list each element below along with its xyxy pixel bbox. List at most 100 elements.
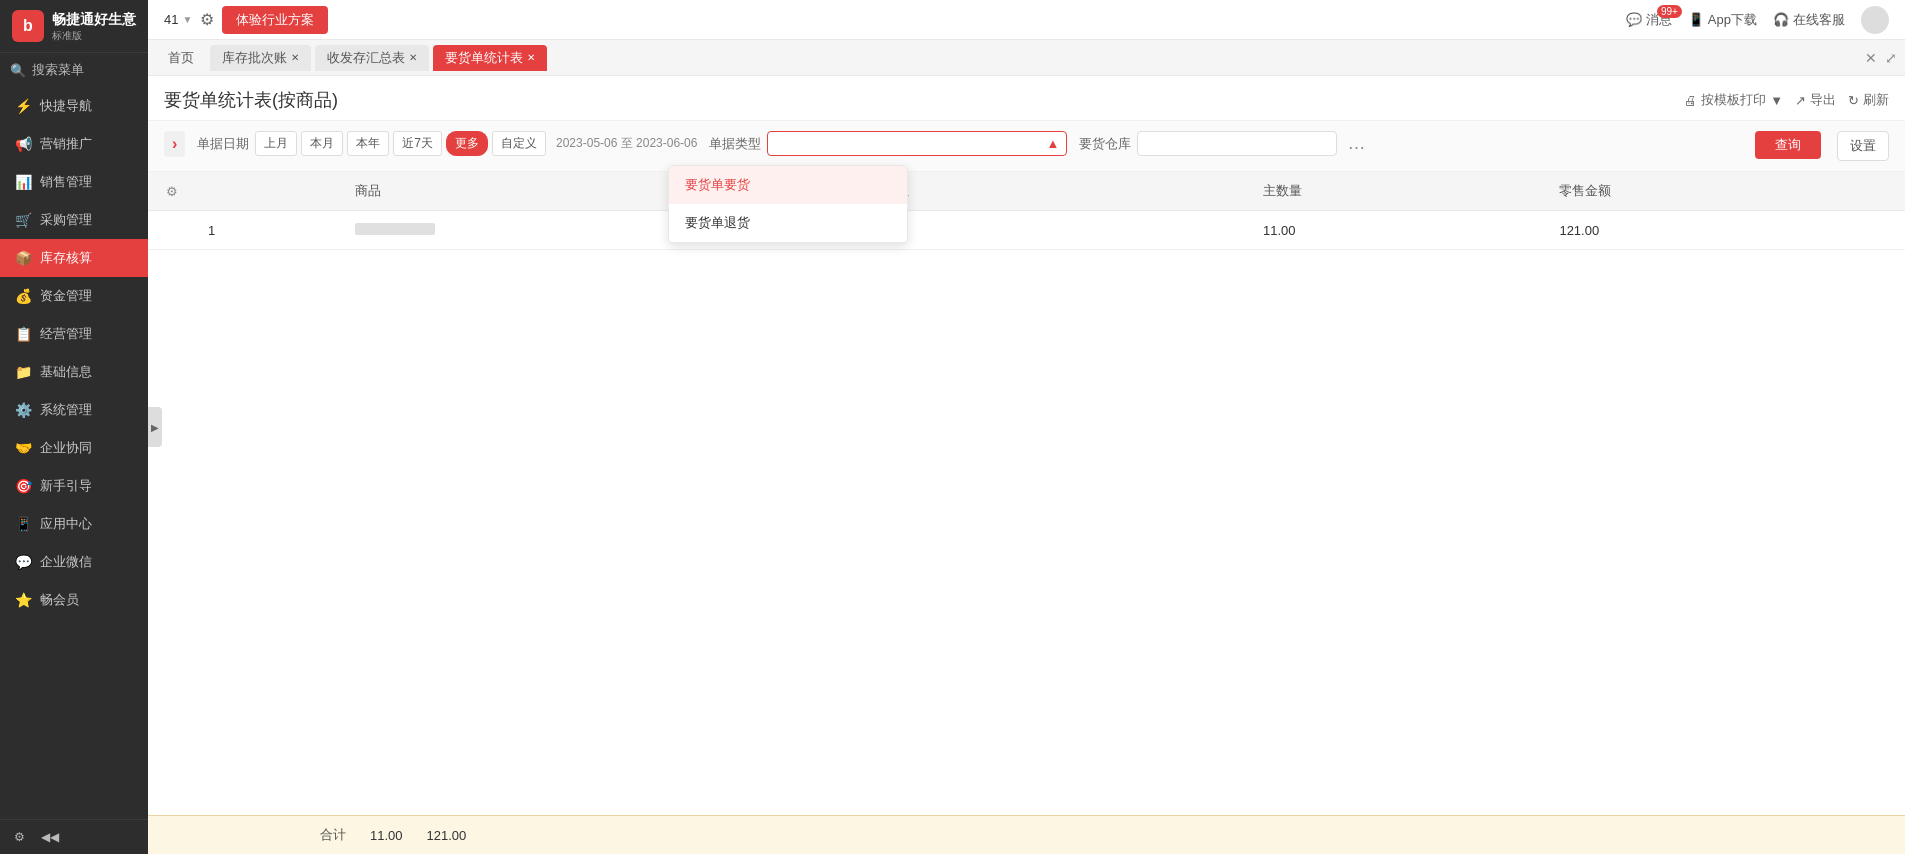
- tab-requisition-summary-close[interactable]: ✕: [527, 52, 535, 63]
- finance-icon: 💰: [14, 288, 32, 304]
- notifications-btn[interactable]: 💬 消息 99+: [1626, 11, 1672, 29]
- topbar-left: 41 ▼ ⚙ 体验行业方案: [164, 6, 1614, 34]
- sidebar: b 畅捷通好生意 标准版 🔍 搜索菜单 ⚡ 快捷导航 📢 营销推广 📊 销售管理…: [0, 0, 148, 854]
- tab-collect-summary-close[interactable]: ✕: [409, 52, 417, 63]
- cell-amount: 121.00: [1547, 211, 1905, 250]
- sidebar-item-quick-nav[interactable]: ⚡ 快捷导航: [0, 87, 148, 125]
- type-dropdown: 要货单要货 要货单退货: [668, 165, 908, 243]
- this-year-btn[interactable]: 本年: [347, 131, 389, 156]
- this-month-btn[interactable]: 本月: [301, 131, 343, 156]
- print-icon: 🖨: [1684, 93, 1697, 108]
- sidebar-label-membership: 畅会员: [40, 591, 79, 609]
- operations-icon: 📋: [14, 326, 32, 342]
- th-index: [196, 172, 343, 211]
- cell-settings: [148, 211, 196, 250]
- topbar-settings-icon[interactable]: ⚙: [200, 10, 214, 29]
- sidebar-item-guide[interactable]: 🎯 新手引导: [0, 467, 148, 505]
- th-quantity: 主数量: [1251, 172, 1547, 211]
- quick-nav-icon: ⚡: [14, 98, 32, 114]
- tab-inventory-batch-close[interactable]: ✕: [291, 52, 299, 63]
- sidebar-footer: ⚙ ◀◀: [0, 819, 148, 854]
- sidebar-item-sales[interactable]: 📊 销售管理: [0, 163, 148, 201]
- page-header: 要货单统计表(按商品) 🖨 按模板打印 ▼ ↗ 导出 ↻ 刷新: [148, 76, 1905, 121]
- tab-home[interactable]: 首页: [156, 45, 206, 71]
- sidebar-label-sales: 销售管理: [40, 173, 92, 191]
- warehouse-input[interactable]: [1137, 131, 1337, 156]
- custom-btn[interactable]: 自定义: [492, 131, 546, 156]
- sidebar-item-system[interactable]: ⚙️ 系统管理: [0, 391, 148, 429]
- sidebar-item-apps[interactable]: 📱 应用中心: [0, 505, 148, 543]
- sidebar-item-finance[interactable]: 💰 资金管理: [0, 277, 148, 315]
- tabbar-controls: ✕ ⤢: [1865, 50, 1897, 66]
- sidebar-label-inventory: 库存核算: [40, 249, 92, 267]
- sidebar-label-quick-nav: 快捷导航: [40, 97, 92, 115]
- dropdown-item-requisition[interactable]: 要货单要货: [669, 166, 907, 204]
- support-btn[interactable]: 🎧 在线客服: [1773, 11, 1845, 29]
- tab-expand-btn[interactable]: ⤢: [1885, 50, 1897, 66]
- export-icon: ↗: [1795, 93, 1806, 108]
- search-menu[interactable]: 🔍 搜索菜单: [0, 53, 148, 87]
- warehouse-filter-group: 要货仓库 …: [1079, 131, 1365, 156]
- table-footer: 合计 11.00 121.00: [148, 815, 1905, 854]
- column-settings-icon[interactable]: ⚙: [166, 184, 178, 199]
- sidebar-label-operations: 经营管理: [40, 325, 92, 343]
- cell-index: 1: [196, 211, 343, 250]
- query-btn[interactable]: 查询: [1755, 131, 1821, 159]
- tab-requisition-summary[interactable]: 要货单统计表 ✕: [433, 45, 547, 71]
- wechat-icon: 💬: [14, 554, 32, 570]
- date-range-display: 2023-05-06 至 2023-06-06: [556, 135, 697, 152]
- system-icon: ⚙️: [14, 402, 32, 418]
- type-input[interactable]: [767, 131, 1067, 156]
- marketing-icon: 📢: [14, 136, 32, 152]
- total-amount: 121.00: [427, 828, 467, 843]
- last7days-btn[interactable]: 近7天: [393, 131, 442, 156]
- refresh-btn[interactable]: ↻ 刷新: [1848, 91, 1889, 109]
- tab-close-all-btn[interactable]: ✕: [1865, 50, 1877, 66]
- app-download-btn[interactable]: 📱 App下载: [1688, 11, 1757, 29]
- trial-btn[interactable]: 体验行业方案: [222, 6, 328, 34]
- sidebar-item-membership[interactable]: ⭐ 畅会员: [0, 581, 148, 619]
- table-wrapper: ⚙ 商品 主计量单位 主数量 零售金额 1: [148, 172, 1905, 815]
- page-actions: 🖨 按模板打印 ▼ ↗ 导出 ↻ 刷新: [1684, 91, 1889, 109]
- type-input-wrapper: ▲: [767, 131, 1067, 156]
- dropdown-item-return[interactable]: 要货单退货: [669, 204, 907, 242]
- sidebar-item-basic[interactable]: 📁 基础信息: [0, 353, 148, 391]
- filter-expand-btn[interactable]: ›: [164, 131, 185, 157]
- more-filters-icon[interactable]: …: [1347, 133, 1365, 154]
- user-avatar[interactable]: [1861, 6, 1889, 34]
- sidebar-settings-btn[interactable]: ⚙: [14, 830, 25, 844]
- logo-text: 畅捷通好生意 标准版: [52, 10, 136, 41]
- warehouse-filter-label: 要货仓库: [1079, 135, 1131, 153]
- sidebar-label-purchase: 采购管理: [40, 211, 92, 229]
- sidebar-item-inventory[interactable]: 📦 库存核算: [0, 239, 148, 277]
- sidebar-collapse-handle[interactable]: ▶: [148, 407, 162, 447]
- type-chevron-icon[interactable]: ▲: [1047, 136, 1060, 151]
- th-amount: 零售金额: [1547, 172, 1905, 211]
- more-btn[interactable]: 更多: [446, 131, 488, 156]
- date-buttons: 上月 本月 本年 近7天 更多 自定义: [255, 131, 546, 156]
- filter-settings-btn[interactable]: 设置: [1837, 131, 1889, 161]
- sidebar-item-marketing[interactable]: 📢 营销推广: [0, 125, 148, 163]
- topbar-right: 💬 消息 99+ 📱 App下载 🎧 在线客服: [1626, 6, 1889, 34]
- sidebar-item-operations[interactable]: 📋 经营管理: [0, 315, 148, 353]
- type-filter-label: 单据类型: [709, 135, 761, 153]
- sidebar-item-enterprise[interactable]: 🤝 企业协同: [0, 429, 148, 467]
- sidebar-item-wechat[interactable]: 💬 企业微信: [0, 543, 148, 581]
- last-month-btn[interactable]: 上月: [255, 131, 297, 156]
- purchase-icon: 🛒: [14, 212, 32, 228]
- search-icon: 🔍: [10, 63, 26, 78]
- sidebar-collapse-btn[interactable]: ◀◀: [41, 830, 59, 844]
- main-content: 41 ▼ ⚙ 体验行业方案 💬 消息 99+ 📱 App下载 🎧 在线客服: [148, 0, 1905, 854]
- sidebar-label-wechat: 企业微信: [40, 553, 92, 571]
- table-row: 1 块 11.00 121.00: [148, 211, 1905, 250]
- tab-inventory-batch[interactable]: 库存批次账 ✕: [210, 45, 311, 71]
- page-title: 要货单统计表(按商品): [164, 88, 338, 112]
- th-settings[interactable]: ⚙: [148, 172, 196, 211]
- export-btn[interactable]: ↗ 导出: [1795, 91, 1836, 109]
- print-btn[interactable]: 🖨 按模板打印 ▼: [1684, 91, 1783, 109]
- store-name: 41: [164, 12, 178, 27]
- store-selector[interactable]: 41 ▼: [164, 12, 192, 27]
- sidebar-label-enterprise: 企业协同: [40, 439, 92, 457]
- tab-collect-summary[interactable]: 收发存汇总表 ✕: [315, 45, 429, 71]
- sidebar-item-purchase[interactable]: 🛒 采购管理: [0, 201, 148, 239]
